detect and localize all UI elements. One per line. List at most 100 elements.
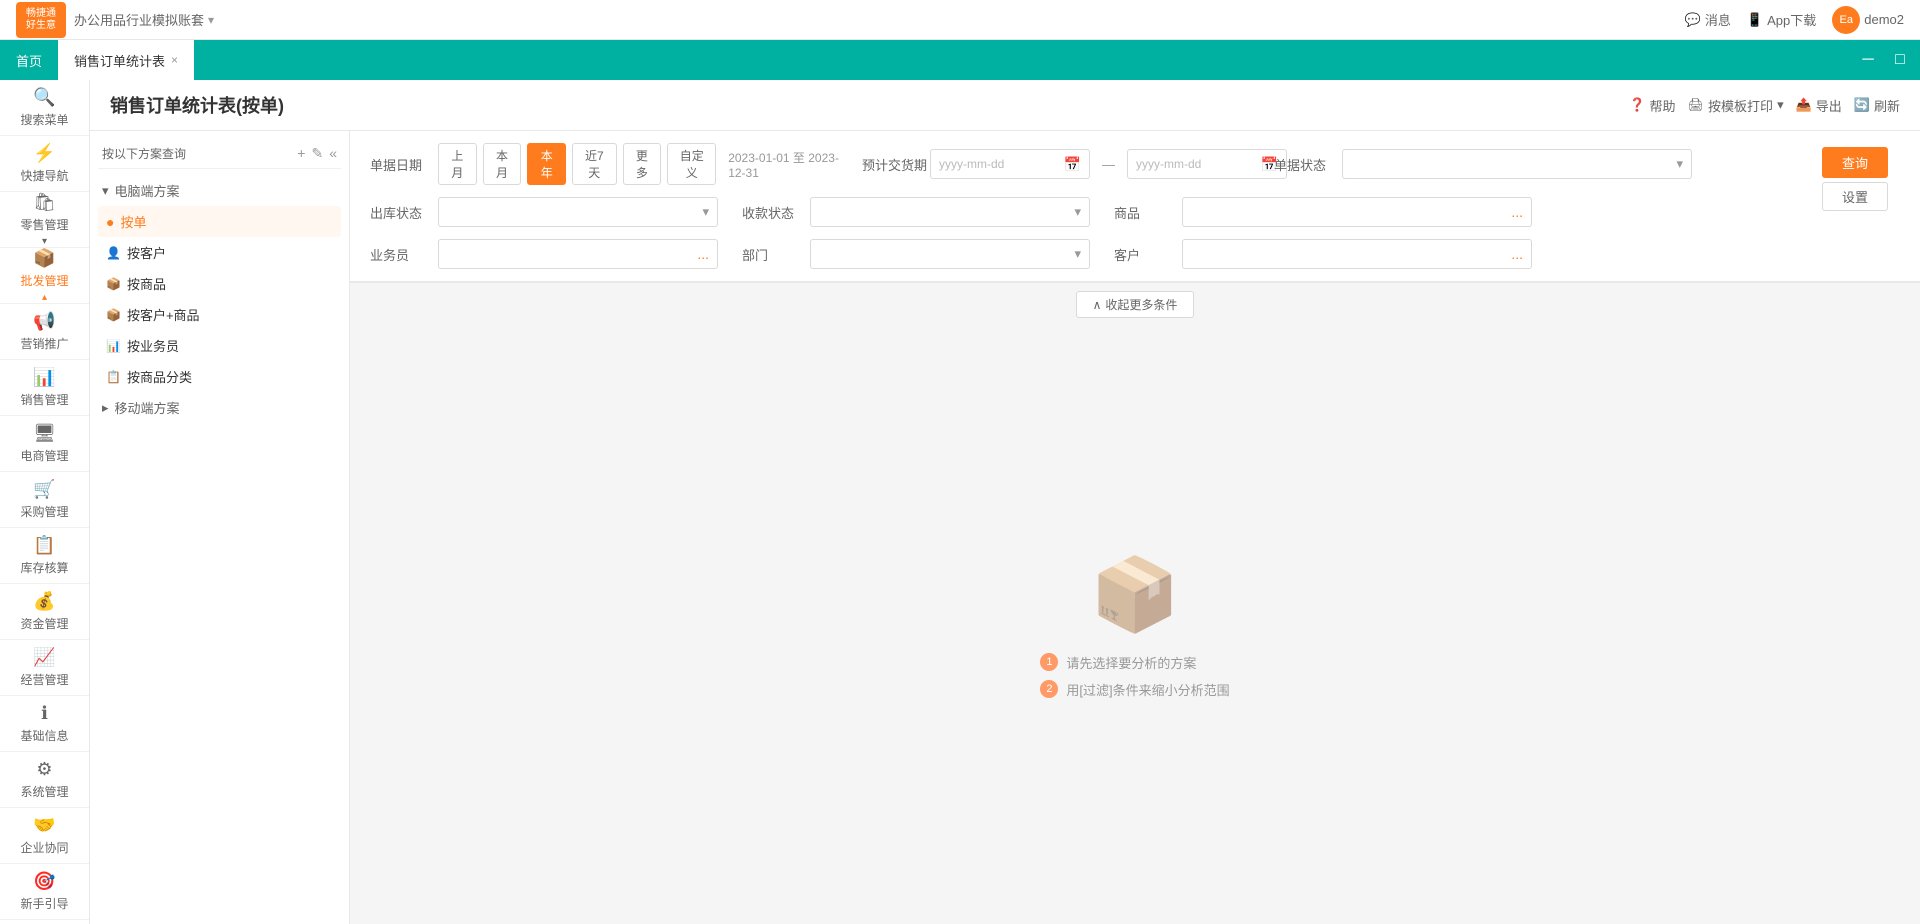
- tree-mobile-group[interactable]: ▸ 移动端方案: [98, 392, 341, 423]
- dept-chevron: ▾: [1074, 246, 1081, 262]
- refresh-btn[interactable]: 🔄 刷新: [1854, 96, 1900, 115]
- outbound-label: 出库状态: [370, 203, 430, 222]
- filter-row-3: 业务员 ... 部门: [370, 239, 1810, 269]
- user-menu[interactable]: Ea demo2: [1832, 6, 1904, 34]
- sidebar-item-nav[interactable]: ⚡ 快捷导航: [0, 136, 89, 192]
- tree-item-by-category[interactable]: 📋 按商品分类: [98, 361, 341, 392]
- payment-field: 收款状态 ▾: [742, 197, 1102, 227]
- tree-item-by-order[interactable]: ● 按单: [98, 206, 341, 237]
- main: 🔍 搜索菜单 ⚡ 快捷导航 🛍 零售管理 ▾ 📦 批发管理 ▴ 📢 营销推广 📊…: [0, 80, 1920, 924]
- print-label: 按模板打印: [1708, 96, 1773, 115]
- customer-ellipsis[interactable]: ...: [1511, 246, 1523, 262]
- payment-chevron: ▾: [1074, 204, 1081, 220]
- collapse-btn[interactable]: ∧ 收起更多条件: [1076, 291, 1195, 318]
- collapse-btn-label: 收起更多条件: [1105, 296, 1177, 313]
- goods-ellipsis[interactable]: ...: [1511, 204, 1523, 220]
- date-btn-7days[interactable]: 近7天: [572, 143, 616, 185]
- date-btn-this-month[interactable]: 本月: [483, 143, 522, 185]
- tree-mobile-expand-icon: ▸: [102, 400, 109, 416]
- tree-edit-btn[interactable]: ✎: [311, 145, 323, 162]
- tree-item-by-goods[interactable]: 📦 按商品: [98, 268, 341, 299]
- purchase-icon: 🛒: [33, 479, 55, 500]
- page-header: 销售订单统计表(按单) ❓ 帮助 🖨 按模板打印 ▾ 📤 导出 🔄 刷新: [90, 80, 1920, 131]
- date-btns-group: 上月 本月 本年 近7天 更多 自定义 2023-01-01 至 2023-12…: [438, 143, 850, 185]
- page-actions: ❓ 帮助 🖨 按模板打印 ▾ 📤 导出 🔄 刷新: [1629, 96, 1900, 115]
- tree-item-by-customer[interactable]: 👤 按客户: [98, 237, 341, 268]
- export-btn[interactable]: 📤 导出: [1796, 96, 1842, 115]
- sidebar-item-guide[interactable]: 🎯 新手引导: [0, 864, 89, 920]
- dept-select[interactable]: ▾: [810, 239, 1090, 269]
- sidebar-item-marketing[interactable]: 📢 营销推广: [0, 304, 89, 360]
- sidebar-item-retail[interactable]: 🛍 零售管理 ▾: [0, 192, 89, 248]
- date-btn-more[interactable]: 更多: [623, 143, 662, 185]
- query-btn[interactable]: 查询: [1822, 147, 1888, 178]
- sidebar-item-appcenter[interactable]: 📱 应用中心: [0, 920, 89, 924]
- salesman-ellipsis[interactable]: ...: [697, 246, 709, 262]
- filter-fields: 单据日期 上月 本月 本年 近7天 更多 自定义 2023-01-01 至 20…: [370, 143, 1810, 269]
- nav-minimize-btn[interactable]: ─: [1856, 48, 1880, 72]
- sidebar-item-finance[interactable]: 💰 资金管理: [0, 584, 89, 640]
- sidebar-ecommerce-label: 电商管理: [20, 447, 68, 464]
- payment-label: 收款状态: [742, 203, 802, 222]
- setting-btn[interactable]: 设置: [1822, 182, 1888, 211]
- status-select[interactable]: ▾: [1342, 149, 1692, 179]
- sidebar-item-sales[interactable]: 📊 销售管理: [0, 360, 89, 416]
- sidebar-item-wholesale[interactable]: 📦 批发管理 ▴: [0, 248, 89, 304]
- tree-panel-title: 按以下方案查询: [102, 145, 186, 162]
- tree-collapse-btn[interactable]: «: [329, 145, 337, 162]
- tip2-text: 用[过滤]条件来缩小分析范围: [1066, 680, 1229, 699]
- tip2-num: 2: [1040, 680, 1058, 698]
- nav-maximize-btn[interactable]: □: [1888, 48, 1912, 72]
- print-icon: 🖨: [1688, 97, 1705, 113]
- logo: 畅捷通好生意: [16, 2, 66, 38]
- date-btn-custom[interactable]: 自定义: [667, 143, 716, 185]
- app-download-btn[interactable]: 📱 App下载: [1747, 10, 1816, 29]
- avatar-text: Ea: [1840, 14, 1853, 26]
- tab-close-icon[interactable]: ×: [171, 53, 178, 67]
- date-btn-last-month[interactable]: 上月: [438, 143, 477, 185]
- expected-date-start[interactable]: yyyy-mm-dd 📅: [930, 149, 1090, 179]
- sidebar-purchase-label: 采购管理: [20, 503, 68, 520]
- tree-item-by-salesman[interactable]: 📊 按业务员: [98, 330, 341, 361]
- avatar: Ea: [1832, 6, 1860, 34]
- message-btn[interactable]: 💬 消息: [1685, 10, 1731, 29]
- sidebar-item-search[interactable]: 🔍 搜索菜单: [0, 80, 89, 136]
- print-btn[interactable]: 🖨 按模板打印 ▾: [1688, 96, 1784, 115]
- collab-icon: 🤝: [33, 815, 55, 836]
- goods-select[interactable]: ...: [1182, 197, 1532, 227]
- tree-item-label-by-goods: 按商品: [127, 274, 166, 293]
- help-label: 帮助: [1650, 96, 1676, 115]
- customer-select[interactable]: ...: [1182, 239, 1532, 269]
- tree-pc-group[interactable]: ▾ 电脑端方案: [98, 175, 341, 206]
- date-btn-this-year[interactable]: 本年: [527, 143, 566, 185]
- tree-salesman-icon: 📊: [106, 339, 121, 353]
- nav-tabs: 首页 销售订单统计表 × ─ □: [0, 40, 1920, 80]
- tree-expand-icon: ▾: [102, 183, 109, 199]
- tree-item-by-customer-goods[interactable]: 📦 按客户+商品: [98, 299, 341, 330]
- sidebar-item-ecommerce[interactable]: 🖥 电商管理: [0, 416, 89, 472]
- tab-home[interactable]: 首页: [0, 40, 58, 80]
- topbar-right: 💬 消息 📱 App下载 Ea demo2: [1685, 6, 1904, 34]
- tree-item-label-by-category: 按商品分类: [127, 367, 192, 386]
- filter-row-2: 出库状态 ▾ 收款状态: [370, 197, 1810, 227]
- expected-date-field: 预计交货期 yyyy-mm-dd 📅 — yyyy-mm-dd 📅: [862, 149, 1262, 179]
- tree-add-btn[interactable]: +: [297, 145, 305, 162]
- sidebar-item-collab[interactable]: 🤝 企业协同: [0, 808, 89, 864]
- sidebar-item-purchase[interactable]: 🛒 采购管理: [0, 472, 89, 528]
- help-btn[interactable]: ❓ 帮助: [1629, 96, 1675, 115]
- tab-active[interactable]: 销售订单统计表 ×: [58, 40, 194, 80]
- payment-select[interactable]: ▾: [810, 197, 1090, 227]
- date-field: 单据日期 上月 本月 本年 近7天 更多 自定义 2023-01-01 至 20…: [370, 143, 850, 185]
- expected-date-end[interactable]: yyyy-mm-dd 📅: [1127, 149, 1287, 179]
- sidebar-item-basic[interactable]: ℹ 基础信息: [0, 696, 89, 752]
- salesman-select[interactable]: ...: [438, 239, 718, 269]
- tree-category-icon: 📋: [106, 370, 121, 384]
- goods-field: 商品 ...: [1114, 197, 1810, 227]
- sidebar-sales-label: 销售管理: [20, 391, 68, 408]
- sidebar-item-inventory[interactable]: 📋 库存核算: [0, 528, 89, 584]
- sidebar-item-operation[interactable]: 📈 经营管理: [0, 640, 89, 696]
- outbound-field: 出库状态 ▾: [370, 197, 730, 227]
- app-title-select[interactable]: 办公用品行业模拟账套 ▾: [74, 10, 214, 29]
- sidebar-item-system[interactable]: ⚙ 系统管理: [0, 752, 89, 808]
- outbound-select[interactable]: ▾: [438, 197, 718, 227]
